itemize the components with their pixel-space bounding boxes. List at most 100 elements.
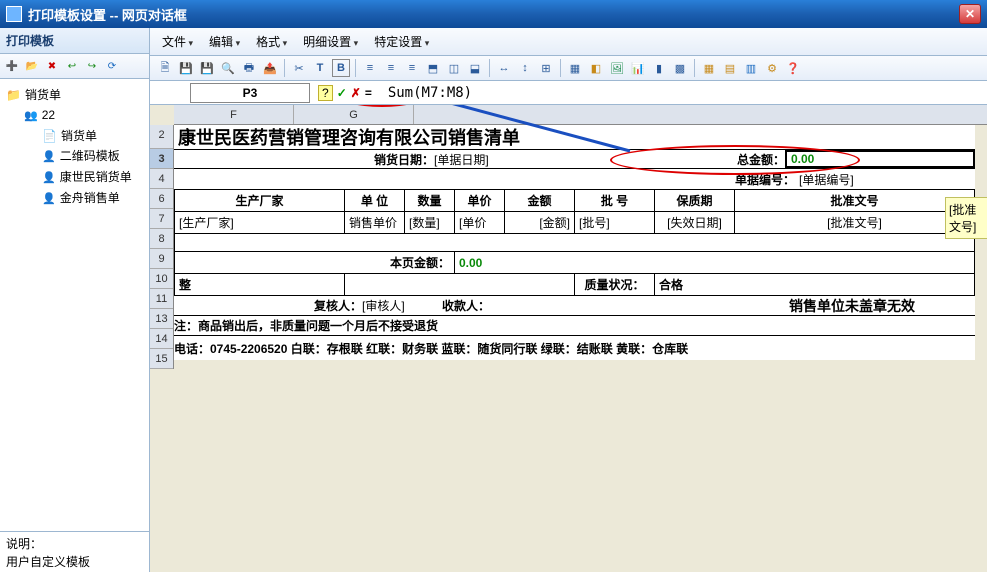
tool-grid2-icon[interactable]: ▤ — [721, 59, 739, 77]
tree-root[interactable]: 销货单 — [6, 85, 143, 105]
row-num[interactable]: 14 — [150, 329, 173, 349]
total-value[interactable]: 0.00 — [791, 152, 814, 166]
col-unit: 单 位 — [345, 190, 405, 212]
tool-valign-bot-icon[interactable]: ⬓ — [466, 59, 484, 77]
tool-row-height-icon[interactable]: ↕ — [516, 59, 534, 77]
row-num[interactable]: 2 — [150, 125, 173, 149]
quality-value: 合格 — [655, 274, 975, 296]
tool-grid3-icon[interactable]: ▥ — [742, 59, 760, 77]
menubar: 文件 编辑 格式 明细设置 特定设置 — [150, 28, 987, 56]
row-num[interactable]: 4 — [150, 169, 173, 189]
sidebar-delete-button[interactable]: ✖ — [44, 58, 60, 74]
tool-border-icon[interactable]: ▦ — [566, 59, 584, 77]
menu-edit[interactable]: 编辑 — [203, 31, 246, 52]
row-num[interactable]: 6 — [150, 189, 173, 209]
cell-unit[interactable]: 销售单价 — [345, 212, 405, 234]
column-headers: F G — [174, 105, 987, 125]
cell-price[interactable]: [单价 — [455, 212, 505, 234]
tool-col-width-icon[interactable]: ↔ — [495, 59, 513, 77]
window-close-button[interactable]: ✕ — [959, 4, 981, 24]
tool-cut-icon[interactable]: ✂ — [290, 59, 308, 77]
formula-accept-icon[interactable]: ✓ — [337, 86, 347, 100]
cell-manufacturer[interactable]: [生产厂家] — [175, 212, 345, 234]
grid-quality-row: 整 质量状况： 合格 — [175, 274, 975, 296]
grid-empty-row[interactable] — [175, 234, 975, 252]
tool-saveas-icon[interactable]: 💾 — [198, 59, 216, 77]
col-header-g[interactable]: G — [294, 105, 414, 124]
window-icon — [6, 6, 22, 22]
tool-settings-icon[interactable]: ⚙ — [763, 59, 781, 77]
row-num[interactable]: 9 — [150, 249, 173, 269]
cell-expiry[interactable]: [失效日期] — [655, 212, 735, 234]
row-num[interactable]: 11 — [150, 289, 173, 309]
tool-export-icon[interactable]: 📤 — [261, 59, 279, 77]
subtotal-value: 0.00 — [459, 256, 482, 270]
note-row: 注：商品销出后，非质量问题一个月后不接受退货 — [174, 317, 438, 334]
stamp-notice: 销售单位未盖章无效 — [789, 296, 975, 316]
tool-help-icon[interactable]: ❓ — [784, 59, 802, 77]
cell-approval[interactable]: [批准文号] — [735, 212, 975, 234]
tree-item-2[interactable]: 康世民销货单 — [42, 167, 143, 188]
tool-save-icon[interactable]: 💾 — [177, 59, 195, 77]
menu-special[interactable]: 特定设置 — [368, 31, 435, 52]
grid-subtotal-row: 本页金额： 0.00 — [175, 252, 975, 274]
row-num-selected[interactable]: 3 — [150, 149, 173, 169]
tool-valign-mid-icon[interactable]: ◫ — [445, 59, 463, 77]
template-tree: 销货单 22 销货单 二维码模板 康世民销货单 金舟销售单 — [0, 79, 149, 215]
tool-align-left-icon[interactable]: ≡ — [361, 59, 379, 77]
cell-reference[interactable]: P3 — [190, 83, 310, 103]
sheet-title: 康世民医药营销管理咨询有限公司销售清单 — [174, 125, 975, 149]
row-num[interactable]: 15 — [150, 349, 173, 369]
sidebar-export-button[interactable]: ↪ — [84, 58, 100, 74]
sale-date-label: 销货日期： — [374, 151, 434, 168]
row-num[interactable]: 13 — [150, 309, 173, 329]
menu-format[interactable]: 格式 — [250, 31, 293, 52]
sidebar-open-button[interactable]: 📂 — [24, 58, 40, 74]
cell-qty[interactable]: [数量] — [405, 212, 455, 234]
cell-amount[interactable]: [金额] — [505, 212, 575, 234]
sidebar-import-button[interactable]: ↩ — [64, 58, 80, 74]
tree-item-0[interactable]: 销货单 — [42, 126, 143, 146]
grid-data-row[interactable]: [生产厂家] 销售单价 [数量] [单价 [金额] [批号] [失效日期] [批… — [175, 212, 975, 234]
user-template-item[interactable]: 用户自定义模板 — [6, 552, 143, 570]
tool-barcode-icon[interactable]: ▮ — [650, 59, 668, 77]
tree-item-1[interactable]: 二维码模板 — [42, 146, 143, 167]
tree-item-3[interactable]: 金舟销售单 — [42, 188, 143, 209]
sidebar-new-button[interactable]: ➕ — [4, 58, 20, 74]
tool-align-center-icon[interactable]: ≡ — [382, 59, 400, 77]
col-manufacturer: 生产厂家 — [175, 190, 345, 212]
detail-grid: 生产厂家 单 位 数量 单价 金额 批 号 保质期 批准文号 [生产厂家] 销售… — [174, 189, 975, 296]
tool-preview-icon[interactable]: 🔍 — [219, 59, 237, 77]
formula-hint-icon[interactable]: ? — [318, 85, 333, 101]
tool-print-icon[interactable]: 🖶 — [240, 59, 258, 77]
sidebar-refresh-button[interactable]: ⟳ — [104, 58, 120, 74]
tree-group[interactable]: 22 — [24, 105, 143, 126]
separator — [694, 59, 695, 77]
formula-value[interactable]: Sum(M7:M8) — [380, 85, 480, 101]
separator — [284, 59, 285, 77]
formula-cancel-icon[interactable]: ✗ — [351, 86, 361, 100]
cell-batch[interactable]: [批号] — [575, 212, 655, 234]
separator — [355, 59, 356, 77]
spreadsheet[interactable]: 康世民医药营销管理咨询有限公司销售清单 销货日期： [单据日期] 总金额： 0.… — [174, 125, 975, 360]
tool-fill-icon[interactable]: ◧ — [587, 59, 605, 77]
col-approval: 批准文号 — [735, 190, 975, 212]
tool-image-icon[interactable]: 🖼 — [608, 59, 626, 77]
tool-chart-icon[interactable]: 📊 — [629, 59, 647, 77]
tool-valign-top-icon[interactable]: ⬒ — [424, 59, 442, 77]
col-header-f[interactable]: F — [174, 105, 294, 124]
zheng-label: 整 — [175, 274, 345, 296]
row-num[interactable]: 7 — [150, 209, 173, 229]
row-num[interactable]: 8 — [150, 229, 173, 249]
formula-bar: P3 ? ✓ ✗ = Sum(M7:M8) — [150, 81, 987, 105]
tool-align-right-icon[interactable]: ≡ — [403, 59, 421, 77]
tool-grid1-icon[interactable]: ▦ — [700, 59, 718, 77]
menu-file[interactable]: 文件 — [156, 31, 199, 52]
tool-new-icon[interactable]: 🗎 — [156, 59, 174, 77]
tool-merge-icon[interactable]: ⊞ — [537, 59, 555, 77]
tool-font-icon[interactable]: T — [311, 59, 329, 77]
tool-bold-icon[interactable]: B — [332, 59, 350, 77]
row-num[interactable]: 10 — [150, 269, 173, 289]
menu-detail[interactable]: 明细设置 — [297, 31, 364, 52]
tool-qr-icon[interactable]: ▩ — [671, 59, 689, 77]
